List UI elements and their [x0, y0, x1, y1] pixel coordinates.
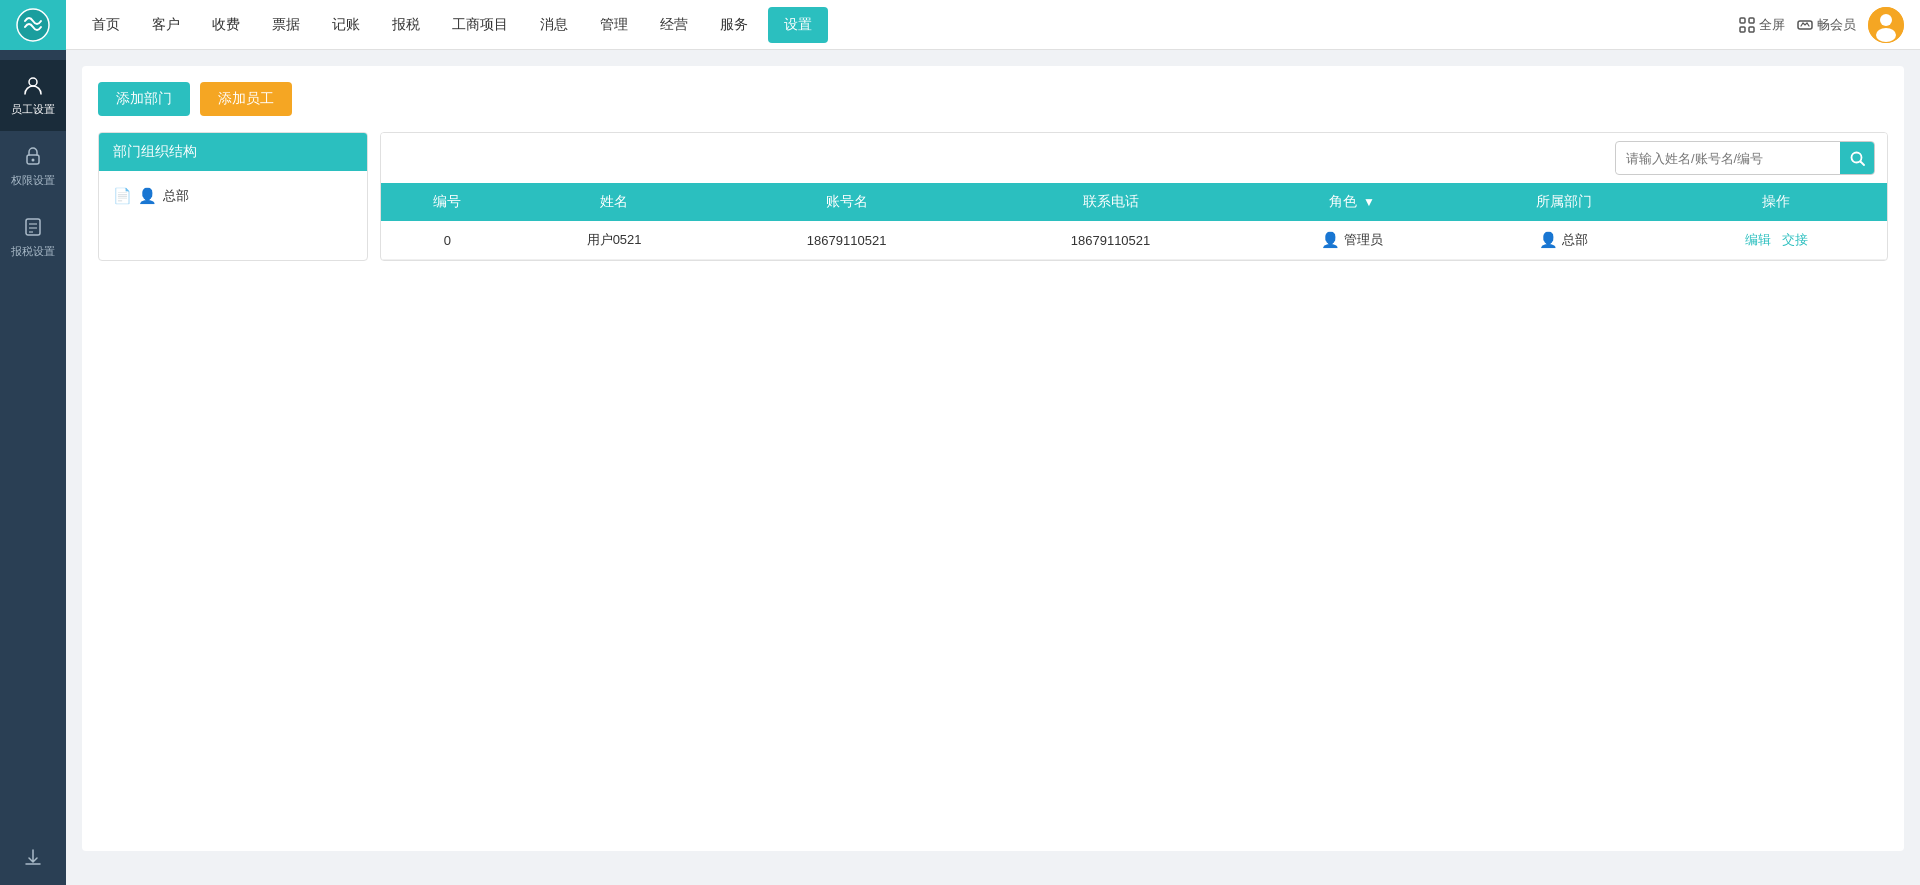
- table-header-row: 编号 姓名 账号名 联系电话 角色 ▼ 所属部门 操作: [381, 183, 1887, 221]
- cell-account: 18679110521: [715, 221, 979, 260]
- nav-service[interactable]: 服务: [704, 0, 764, 50]
- sidebar-label-permission: 权限设置: [11, 173, 55, 188]
- nav-home[interactable]: 首页: [76, 0, 136, 50]
- download-icon: [22, 847, 44, 869]
- nav-message[interactable]: 消息: [524, 0, 584, 50]
- nav-settings[interactable]: 设置: [768, 7, 828, 43]
- nav-tax[interactable]: 报税: [376, 0, 436, 50]
- svg-point-11: [32, 159, 35, 162]
- dept-user-icon: 👤: [138, 187, 157, 205]
- nav-manage[interactable]: 管理: [584, 0, 644, 50]
- cell-action: 编辑 交接: [1666, 221, 1887, 260]
- dept-tree: 部门组织结构 📄 👤 总部: [98, 132, 368, 261]
- nav-customer[interactable]: 客户: [136, 0, 196, 50]
- nav-accounting[interactable]: 记账: [316, 0, 376, 50]
- vip-label: 畅会员: [1817, 16, 1856, 34]
- sidebar-item-employee[interactable]: 员工设置: [0, 60, 66, 131]
- nav-business[interactable]: 工商项目: [436, 0, 524, 50]
- add-dept-button[interactable]: 添加部门: [98, 82, 190, 116]
- nav-invoice[interactable]: 票据: [256, 0, 316, 50]
- col-role[interactable]: 角色 ▼: [1242, 183, 1461, 221]
- col-name: 姓名: [514, 183, 715, 221]
- dept-file-icon: 📄: [113, 187, 132, 205]
- filter-icon[interactable]: ▼: [1363, 195, 1375, 209]
- content-card: 添加部门 添加员工 部门组织结构 📄 👤 总部: [82, 66, 1904, 851]
- dept-label: 总部: [163, 187, 189, 205]
- transfer-link[interactable]: 交接: [1782, 232, 1808, 247]
- col-id: 编号: [381, 183, 514, 221]
- add-employee-button[interactable]: 添加员工: [200, 82, 292, 116]
- toolbar: 添加部门 添加员工: [98, 82, 1888, 116]
- fullscreen-button[interactable]: 全屏: [1739, 16, 1785, 34]
- svg-rect-3: [1740, 27, 1745, 32]
- svg-line-17: [1860, 161, 1864, 165]
- nav-operation[interactable]: 经营: [644, 0, 704, 50]
- role-user-icon: 👤: [1321, 231, 1340, 249]
- sidebar-item-download[interactable]: [0, 833, 66, 885]
- top-nav: 首页 客户 收费 票据 记账 报税 工商项目 消息 管理 经营 服务 设置 全屏: [0, 0, 1920, 50]
- search-button[interactable]: [1840, 142, 1874, 174]
- svg-point-7: [1880, 14, 1892, 26]
- search-bar: [381, 133, 1887, 183]
- cell-name: 用户0521: [514, 221, 715, 260]
- sidebar: 员工设置 权限设置 报税设置: [0, 50, 66, 885]
- table-row: 0 用户0521 18679110521 18679110521 👤 管理员: [381, 221, 1887, 260]
- fullscreen-label: 全屏: [1759, 16, 1785, 34]
- nav-items: 首页 客户 收费 票据 记账 报税 工商项目 消息 管理 经营 服务 设置: [66, 0, 1739, 50]
- svg-rect-12: [26, 219, 40, 235]
- sidebar-item-permission[interactable]: 权限设置: [0, 131, 66, 202]
- nav-billing[interactable]: 收费: [196, 0, 256, 50]
- data-table: 编号 姓名 账号名 联系电话 角色 ▼ 所属部门 操作: [381, 183, 1887, 260]
- sidebar-label-tax: 报税设置: [11, 244, 55, 259]
- svg-rect-1: [1740, 18, 1745, 23]
- sidebar-item-tax[interactable]: 报税设置: [0, 202, 66, 273]
- lock-settings-icon: [22, 145, 44, 167]
- main-content: 添加部门 添加员工 部门组织结构 📄 👤 总部: [66, 50, 1920, 885]
- search-input[interactable]: [1616, 145, 1840, 172]
- col-account: 账号名: [715, 183, 979, 221]
- svg-rect-4: [1749, 27, 1754, 32]
- col-dept: 所属部门: [1462, 183, 1666, 221]
- cell-id: 0: [381, 221, 514, 260]
- col-phone: 联系电话: [979, 183, 1243, 221]
- content-split: 部门组织结构 📄 👤 总部: [98, 132, 1888, 261]
- svg-rect-2: [1749, 18, 1754, 23]
- cell-dept: 👤 总部: [1462, 221, 1666, 260]
- edit-link[interactable]: 编辑: [1745, 232, 1771, 247]
- svg-point-8: [1876, 28, 1896, 42]
- cell-role: 👤 管理员: [1242, 221, 1461, 260]
- logo[interactable]: [0, 0, 66, 50]
- dept-tree-item[interactable]: 📄 👤 总部: [107, 179, 359, 213]
- col-action: 操作: [1666, 183, 1887, 221]
- person-settings-icon: [22, 74, 44, 96]
- cell-phone: 18679110521: [979, 221, 1243, 260]
- nav-right: 全屏 畅会员: [1739, 7, 1920, 43]
- dept-tree-body: 📄 👤 总部: [99, 171, 367, 221]
- layout: 员工设置 权限设置 报税设置: [0, 50, 1920, 885]
- svg-point-0: [17, 9, 49, 41]
- dept-user-icon-cell: 👤: [1539, 231, 1558, 249]
- table-section: 编号 姓名 账号名 联系电话 角色 ▼ 所属部门 操作: [380, 132, 1888, 261]
- sidebar-label-employee: 员工设置: [11, 102, 55, 117]
- svg-point-9: [29, 78, 37, 86]
- tax-settings-icon: [22, 216, 44, 238]
- search-input-wrap: [1615, 141, 1875, 175]
- avatar[interactable]: [1868, 7, 1904, 43]
- vip-button[interactable]: 畅会员: [1797, 16, 1856, 34]
- dept-tree-header: 部门组织结构: [99, 133, 367, 171]
